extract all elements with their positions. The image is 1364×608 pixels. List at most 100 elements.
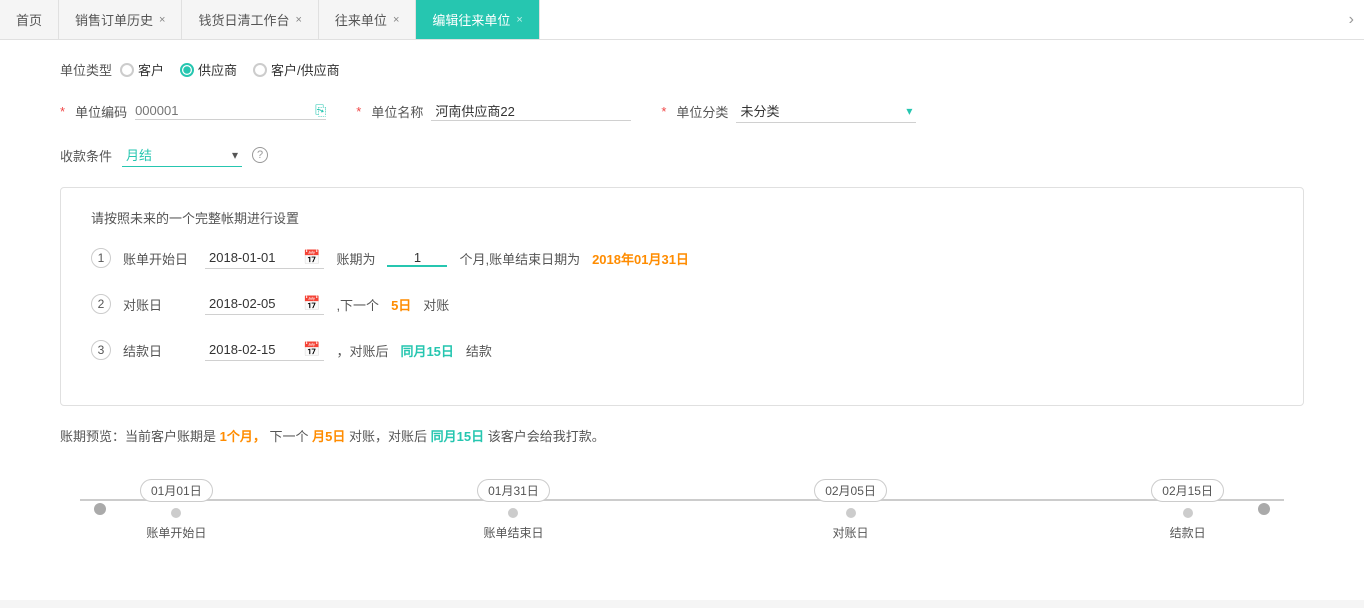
timeline-badge-4: 02月15日 [1151, 479, 1224, 502]
timeline-node-3: 02月05日 对账日 [814, 479, 887, 541]
reconcile-calendar-icon[interactable]: 📅 [303, 295, 320, 312]
tab-sales-history-label: 销售订单历史 [75, 10, 153, 29]
unit-category-select[interactable]: 未分类 ▾ [736, 99, 916, 123]
row-num-3: 3 [91, 340, 111, 360]
tab-edit-partner[interactable]: 编辑往来单位 × [416, 0, 539, 39]
reconcile-date-input[interactable] [209, 296, 299, 311]
billing-start-date-input[interactable] [209, 250, 299, 265]
timeline-dot-1 [171, 508, 181, 518]
payment-condition-label: 收款条件 [60, 146, 112, 165]
unit-category-required: * [661, 104, 666, 119]
radio-supplier-label: 供应商 [198, 60, 237, 79]
preview-months-highlight: 1个月， [220, 429, 266, 444]
billing-months-input[interactable] [387, 250, 447, 267]
timeline-dot-3 [846, 508, 856, 518]
tab-cash-daily-label: 钱货日清工作台 [198, 10, 289, 29]
copy-icon[interactable]: ⎘ [315, 102, 326, 119]
radio-both-circle [253, 63, 267, 77]
reconcile-day-row: 2 对账日 📅 ,下一个 5日 对账 [91, 293, 1273, 315]
reconcile-date-wrapper: 📅 [205, 293, 324, 315]
billing-start-label: 账单开始日 [123, 249, 193, 268]
radio-supplier[interactable]: 供应商 [180, 60, 237, 79]
tab-home[interactable]: 首页 [0, 0, 59, 39]
preview-label: 账期预览：当前客户账期是 [60, 429, 216, 444]
timeline-end-dot [1258, 503, 1270, 515]
unit-category-label: 单位分类 [676, 102, 728, 121]
panel-hint: 请按照未来的一个完整帐期进行设置 [91, 208, 1273, 227]
preview-suffix: 该客户会给我打款。 [488, 429, 605, 444]
radio-both[interactable]: 客户/供应商 [253, 60, 340, 79]
unit-category-value: 未分类 [740, 101, 902, 120]
timeline-badge-1: 01月01日 [140, 479, 213, 502]
timeline-badge-3: 02月05日 [814, 479, 887, 502]
unit-type-group: 单位类型 客户 供应商 客户/供应商 [60, 60, 340, 79]
row-num-1: 1 [91, 248, 111, 268]
preview-reconcile-plain: 对账，对账后 [349, 429, 427, 444]
timeline-start-dot [94, 503, 106, 515]
payment-day-row: 3 结款日 📅 ，对账后 同月15日 结款 [91, 339, 1273, 361]
unit-name-group: * 单位名称 [356, 101, 631, 121]
billing-start-date-wrapper: 📅 [205, 247, 324, 269]
unit-type-label: 单位类型 [60, 60, 112, 79]
unit-name-input[interactable] [431, 101, 631, 121]
preview-next-day-highlight: 月5日 [312, 429, 345, 444]
row-num-2: 2 [91, 294, 111, 314]
payment-desc-suffix: 结款 [466, 341, 492, 360]
payment-date-input[interactable] [209, 342, 299, 357]
unit-category-chevron: ▾ [906, 104, 912, 118]
tab-sales-history[interactable]: 销售订单历史 × [59, 0, 182, 39]
radio-both-label: 客户/供应商 [271, 60, 340, 79]
reconcile-desc-prefix: ,下一个 [336, 295, 379, 314]
radio-customer[interactable]: 客户 [120, 60, 164, 79]
unit-type-row: 单位类型 客户 供应商 客户/供应商 [60, 60, 1304, 79]
unit-code-input-wrapper: ⎘ [135, 102, 326, 120]
tab-sales-history-close[interactable]: × [159, 14, 165, 26]
radio-customer-circle [120, 63, 134, 77]
radio-group: 客户 供应商 客户/供应商 [120, 60, 340, 79]
tab-edit-partner-label: 编辑往来单位 [432, 10, 510, 29]
payment-desc-prefix: ，对账后 [336, 341, 388, 360]
tab-partner-units-close[interactable]: × [393, 14, 399, 26]
tab-cash-daily-close[interactable]: × [295, 14, 301, 26]
reconcile-day-highlight: 5日 [391, 295, 411, 314]
payment-condition-row: 收款条件 月结 ▾ ? [60, 143, 1304, 167]
payment-calendar-icon[interactable]: 📅 [303, 341, 320, 358]
billing-period-suffix: 个月,账单结束日期为 [459, 249, 580, 268]
payment-date-wrapper: 📅 [205, 339, 324, 361]
timeline-node-4: 02月15日 结款日 [1151, 479, 1224, 541]
timeline-label-3: 对账日 [833, 524, 869, 541]
settings-panel: 请按照未来的一个完整帐期进行设置 1 账单开始日 📅 账期为 个月,账单结束日期… [60, 187, 1304, 406]
unit-code-group: * 单位编码 ⎘ [60, 102, 326, 121]
radio-supplier-circle [180, 63, 194, 77]
unit-category-group: * 单位分类 未分类 ▾ [661, 99, 916, 123]
payment-help-icon[interactable]: ? [252, 147, 268, 163]
timeline-label-4: 结款日 [1170, 524, 1206, 541]
payment-day-highlight: 同月15日 [400, 341, 453, 360]
radio-customer-label: 客户 [138, 60, 164, 79]
unit-code-label: 单位编码 [75, 102, 127, 121]
payment-condition-select[interactable]: 月结 ▾ [122, 143, 242, 167]
timeline-dot-2 [508, 508, 518, 518]
tab-partner-units[interactable]: 往来单位 × [319, 0, 416, 39]
preview-next-plain: 下一个 [270, 429, 309, 444]
tab-more-arrow[interactable]: › [1339, 0, 1364, 39]
unit-code-input[interactable] [135, 103, 311, 118]
timeline-badge-2: 01月31日 [477, 479, 550, 502]
timeline-label-2: 账单结束日 [483, 524, 543, 541]
main-content: 单位类型 客户 供应商 客户/供应商 * 单位编码 [0, 40, 1364, 600]
timeline-node-1: 01月01日 账单开始日 [140, 479, 213, 541]
timeline-nodes: 01月01日 账单开始日 01月31日 账单结束日 02月05日 对账日 02月… [80, 479, 1284, 541]
tab-home-label: 首页 [16, 10, 42, 29]
unit-name-label: 单位名称 [371, 102, 423, 121]
tab-cash-daily[interactable]: 钱货日清工作台 × [182, 0, 318, 39]
timeline-label-1: 账单开始日 [146, 524, 206, 541]
tab-bar: 首页 销售订单历史 × 钱货日清工作台 × 往来单位 × 编辑往来单位 × › [0, 0, 1364, 40]
billing-start-calendar-icon[interactable]: 📅 [303, 249, 320, 266]
tab-edit-partner-close[interactable]: × [516, 14, 522, 26]
billing-end-date-highlight: 2018年01月31日 [592, 249, 689, 268]
unit-code-required: * [60, 104, 65, 119]
billing-start-row: 1 账单开始日 📅 账期为 个月,账单结束日期为 2018年01月31日 [91, 247, 1273, 269]
reconcile-desc-suffix: 对账 [423, 295, 449, 314]
reconcile-day-label: 对账日 [123, 295, 193, 314]
payment-condition-chevron: ▾ [232, 148, 238, 162]
